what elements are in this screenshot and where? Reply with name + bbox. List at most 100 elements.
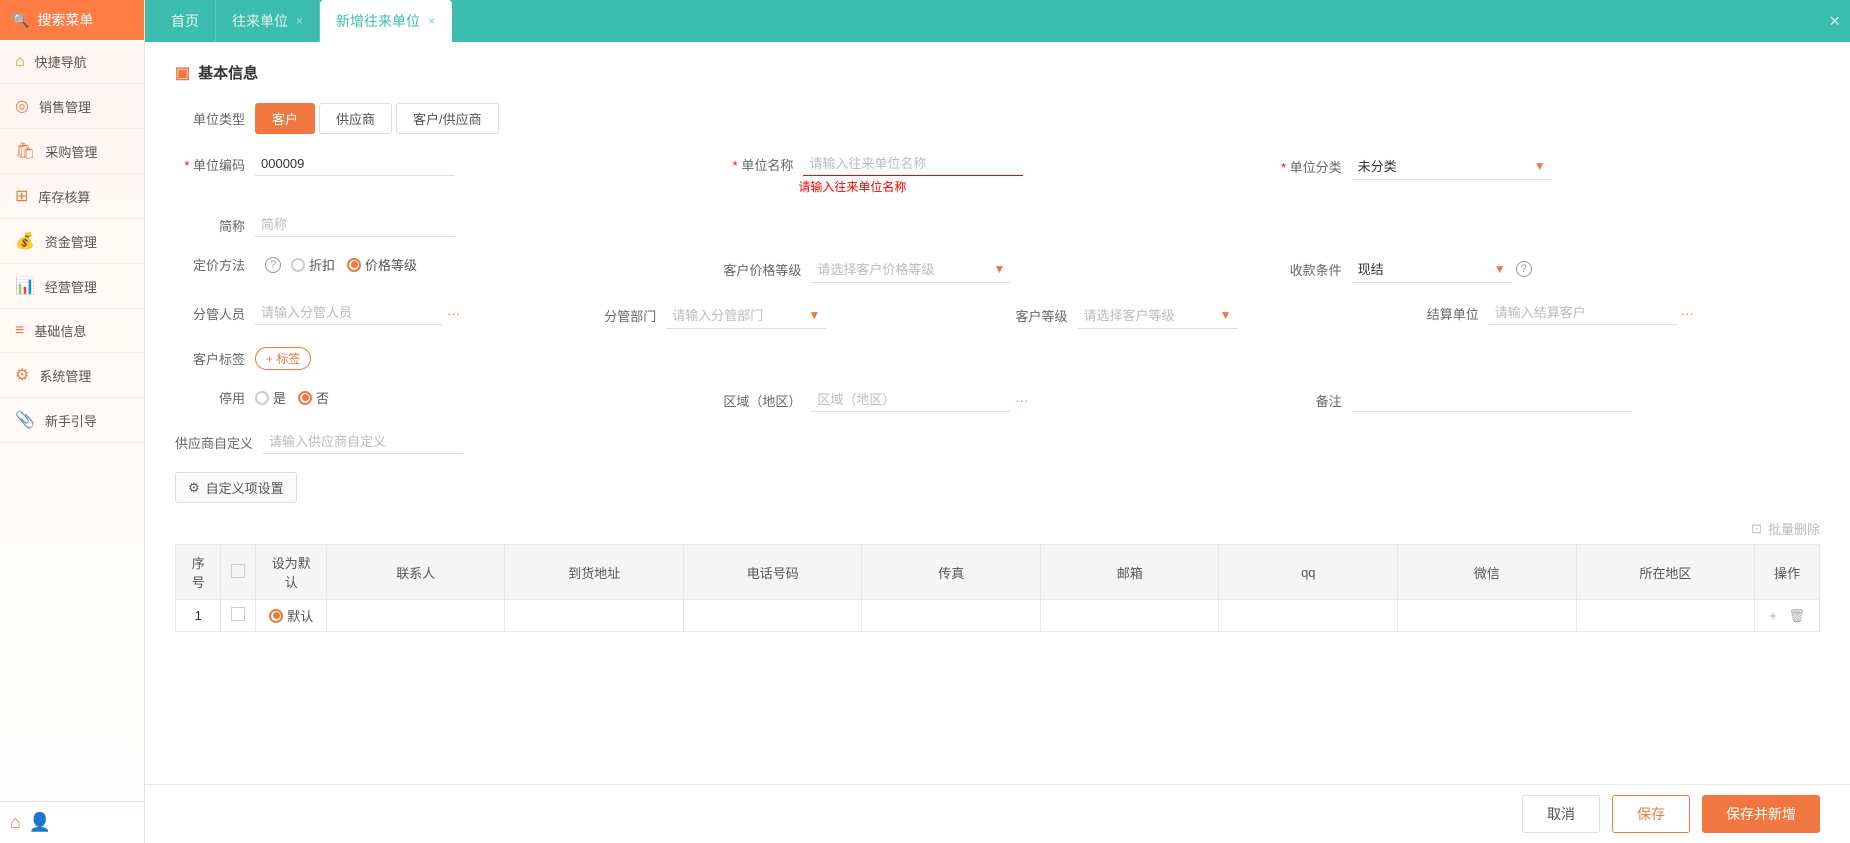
sidebar-item-inventory[interactable]: ⊞ 库存核算 <box>0 174 144 219</box>
email-input[interactable] <box>1051 608 1209 623</box>
note-input[interactable] <box>1352 388 1632 412</box>
short-name-input[interactable] <box>255 213 455 237</box>
payment-terms-select[interactable]: 现结 ▼ <box>1352 255 1512 283</box>
sidebar-item-operations[interactable]: 📊 经营管理 <box>0 264 144 309</box>
qq-input[interactable] <box>1229 608 1387 623</box>
sidebar-item-label: 基础信息 <box>34 321 86 340</box>
col-fax: 传真 <box>862 545 1041 600</box>
col-contact: 联系人 <box>326 545 505 600</box>
department-placeholder: 请输入分管部门 <box>672 305 808 324</box>
unit-btn-supplier[interactable]: 供应商 <box>319 103 392 134</box>
region-input[interactable] <box>811 388 1011 412</box>
select-all-checkbox[interactable] <box>231 564 245 578</box>
region-more-icon[interactable]: ··· <box>1011 393 1032 408</box>
cancel-button[interactable]: 取消 <box>1522 795 1600 833</box>
tab-partner-label: 往来单位 <box>232 11 288 31</box>
tabbar-close-icon[interactable]: × <box>1829 11 1840 32</box>
customer-level-select[interactable]: 请选择客户等级 ▼ <box>1078 301 1238 329</box>
customer-price-level-select[interactable]: 请选择客户价格等级 ▼ <box>811 255 1011 283</box>
row-address[interactable] <box>505 600 684 632</box>
sidebar-item-basic-info[interactable]: ≡ 基础信息 <box>0 309 144 353</box>
sidebar-item-label: 采购管理 <box>45 142 97 161</box>
payment-terms-group: 收款条件 现结 ▼ ? <box>1272 255 1820 283</box>
row-region[interactable] <box>1576 600 1755 632</box>
unit-name-group: 单位名称 请输入往来单位名称 <box>723 152 1271 195</box>
disabled-radio-yes[interactable]: 是 <box>255 388 286 407</box>
row-default-circle <box>269 609 283 623</box>
col-region: 所在地区 <box>1576 545 1755 600</box>
row-select-checkbox[interactable] <box>231 607 245 621</box>
disabled-radio-no[interactable]: 否 <box>298 388 329 407</box>
settlement-unit-input[interactable] <box>1489 301 1677 325</box>
tab-partner[interactable]: 往来单位 × <box>216 0 320 42</box>
wechat-input[interactable] <box>1408 608 1566 623</box>
sidebar-item-sales-mgmt[interactable]: ◎ 销售管理 <box>0 84 144 129</box>
row-wechat[interactable] <box>1398 600 1577 632</box>
tab-home[interactable]: 首页 <box>155 0 216 42</box>
row-delete-icon[interactable]: 🗑 <box>1788 608 1805 623</box>
unit-btn-customer[interactable]: 客户 <box>255 103 315 134</box>
unit-name-input[interactable] <box>803 152 1023 176</box>
unit-code-label: 单位编码 <box>175 155 255 174</box>
sidebar-item-quick-nav[interactable]: ⌂ 快捷导航 <box>0 40 144 84</box>
manager-input[interactable] <box>255 301 443 325</box>
tab-partner-close-icon[interactable]: × <box>296 14 303 28</box>
row-email[interactable] <box>1040 600 1219 632</box>
row-region-input[interactable] <box>1587 608 1745 623</box>
unit-btn-both[interactable]: 客户/供应商 <box>396 103 499 134</box>
row-contact[interactable] <box>326 600 505 632</box>
customer-price-level-arrow-icon: ▼ <box>993 262 1005 276</box>
address-input[interactable] <box>515 608 673 623</box>
pricing-radio-discount[interactable]: 折扣 <box>291 255 335 274</box>
unit-type-row: 单位类型 客户 供应商 客户/供应商 <box>175 103 1820 134</box>
manager-group: 分管人员 ··· <box>175 301 586 325</box>
row-fax[interactable] <box>862 600 1041 632</box>
fax-input[interactable] <box>872 608 1030 623</box>
batch-delete-group: ⊡ 批量删除 <box>175 519 1820 538</box>
unit-category-select[interactable]: 未分类 ▼ <box>1352 152 1552 180</box>
payment-terms-help-icon[interactable]: ? <box>1516 261 1532 277</box>
batch-delete-label[interactable]: 批量删除 <box>1768 519 1820 538</box>
search-menu-btn[interactable]: 🔍 搜索菜单 <box>0 0 144 40</box>
row-add-icon[interactable]: + <box>1769 608 1777 623</box>
col-no: 序号 <box>176 545 221 600</box>
contact-input[interactable] <box>337 608 495 623</box>
sidebar-item-new-guide[interactable]: 📎 新手引导 <box>0 398 144 443</box>
sidebar-item-label: 新手引导 <box>45 411 97 430</box>
row-default-radio[interactable]: 默认 <box>266 606 316 625</box>
row-phone[interactable] <box>683 600 862 632</box>
department-select[interactable]: 请输入分管部门 ▼ <box>666 301 826 329</box>
save-button[interactable]: 保存 <box>1612 795 1690 833</box>
row-qq[interactable] <box>1219 600 1398 632</box>
payment-terms-value: 现结 <box>1358 259 1494 278</box>
sidebar-item-purchase-mgmt[interactable]: 🛍 采购管理 <box>0 129 144 174</box>
supplier-custom-input[interactable] <box>263 430 463 454</box>
section-title-label: 基本信息 <box>198 62 258 83</box>
customer-price-level-placeholder: 请选择客户价格等级 <box>817 259 993 278</box>
custom-settings-label: 自定义项设置 <box>206 478 284 497</box>
tab-new-partner[interactable]: 新增往来单位 × <box>320 0 452 42</box>
sidebar-item-finance[interactable]: 💰 资金管理 <box>0 219 144 264</box>
search-icon: 🔍 <box>12 12 29 29</box>
manager-more-icon[interactable]: ··· <box>443 306 464 321</box>
unit-name-error-tip: 请输入往来单位名称 <box>798 178 906 195</box>
sidebar-user-icon[interactable]: 👤 <box>29 812 51 833</box>
pricing-help-icon[interactable]: ? <box>265 257 281 273</box>
save-new-button[interactable]: 保存并新增 <box>1702 795 1820 833</box>
custom-settings-button[interactable]: ⚙ 自定义项设置 <box>175 472 297 503</box>
phone-input[interactable] <box>694 608 852 623</box>
pricing-radio-price-level[interactable]: 价格等级 <box>347 255 417 274</box>
price-level-label: 价格等级 <box>365 255 417 274</box>
add-tag-button[interactable]: + 标签 <box>255 347 311 370</box>
tab-new-partner-close-icon[interactable]: × <box>428 14 435 28</box>
sidebar-item-system-mgmt[interactable]: ⚙ 系统管理 <box>0 353 144 398</box>
batch-delete-icon: ⊡ <box>1751 521 1762 537</box>
pricing-radio-group: 折扣 价格等级 <box>291 255 417 274</box>
unit-code-input[interactable] <box>255 152 455 176</box>
bag-icon: 🛍 <box>15 141 35 161</box>
sidebar-item-label: 系统管理 <box>39 366 91 385</box>
main-area: 首页 往来单位 × 新增往来单位 × × ▣ 基本信息 单位类型 客户 供应商 … <box>145 0 1850 843</box>
settlement-more-icon[interactable]: ··· <box>1677 306 1698 321</box>
sidebar-home-icon[interactable]: ⌂ <box>10 812 21 833</box>
customer-price-level-label: 客户价格等级 <box>723 260 811 279</box>
